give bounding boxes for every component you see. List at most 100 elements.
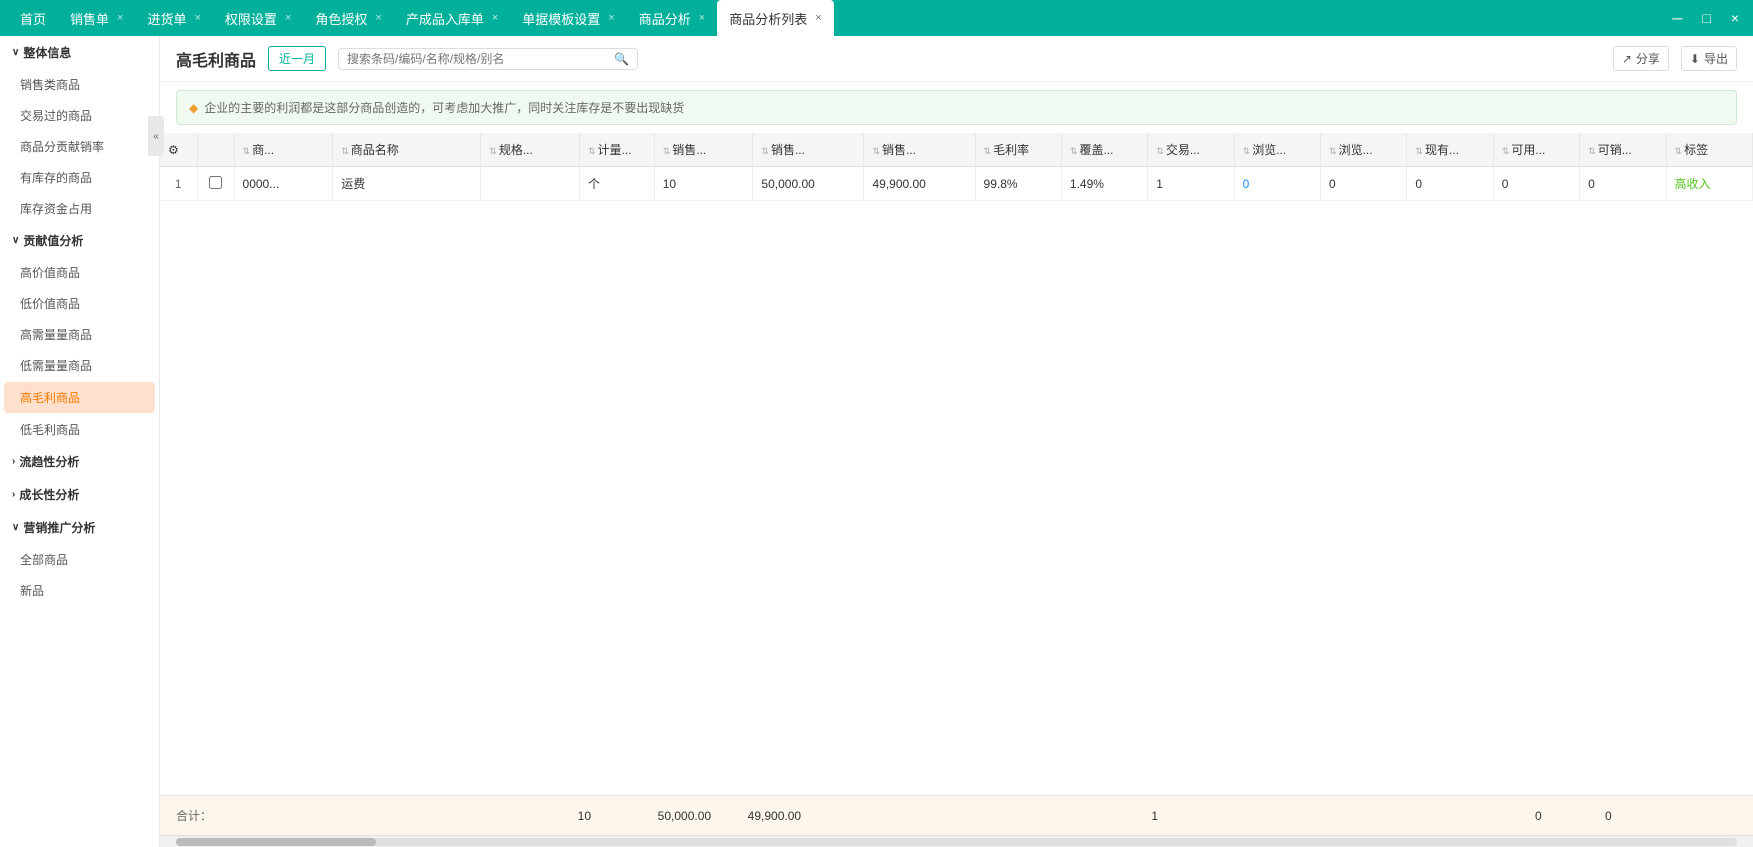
search-input[interactable] [347, 52, 610, 66]
nav-item-1[interactable]: 销售单× [58, 0, 135, 36]
nav-item-0[interactable]: 首页 [8, 0, 58, 36]
footer-sales-amount: 50,000.00 [650, 809, 740, 823]
nav-close-1[interactable]: × [117, 12, 123, 24]
col-header-9[interactable]: ⇅毛利率 [975, 133, 1061, 167]
footer-label: 合计： [176, 807, 256, 824]
bottom-scrollbar[interactable] [160, 835, 1753, 847]
col-header-8[interactable]: ⇅销售... [864, 133, 975, 167]
sort-icon-5: ⇅ [588, 146, 596, 156]
sort-icon-13: ⇅ [1329, 146, 1337, 156]
table-container[interactable]: ⚙⇅商...⇅商品名称⇅规格...⇅计量...⇅销售...⇅销售...⇅销售..… [160, 133, 1753, 795]
row-available: 0 [1493, 167, 1579, 201]
sidebar-group-header-1[interactable]: ∨贡献值分析 [0, 224, 159, 257]
sidebar-group-header-2[interactable]: ›流趋性分析 [0, 445, 159, 478]
col-header-5[interactable]: ⇅计量... [580, 133, 655, 167]
sort-icon-12: ⇅ [1243, 146, 1251, 156]
nav-item-2[interactable]: 进货单× [135, 0, 212, 36]
group-arrow-0: ∨ [12, 47, 19, 58]
col-header-2[interactable]: ⇅商... [234, 133, 333, 167]
col-header-3[interactable]: ⇅商品名称 [333, 133, 481, 167]
col-header-15[interactable]: ⇅可用... [1493, 133, 1579, 167]
col-header-12[interactable]: ⇅浏览... [1234, 133, 1320, 167]
sort-icon-10: ⇅ [1070, 146, 1078, 156]
col-header-13[interactable]: ⇅浏览... [1321, 133, 1407, 167]
sidebar-item-4-1[interactable]: 新品 [0, 575, 159, 606]
footer-sales-net: 49,900.00 [740, 809, 830, 823]
sidebar-group-2: ›流趋性分析 [0, 445, 159, 478]
sidebar: ∨整体信息销售类商品交易过的商品商品分贡献销率有库存的商品库存资金占用∨贡献值分… [0, 36, 160, 847]
window-minimize-btn[interactable]: ─ [1666, 8, 1688, 28]
sort-icon-17: ⇅ [1675, 146, 1683, 156]
header-actions: ↗ 分享 ⬇ 导出 [1613, 46, 1737, 71]
share-btn[interactable]: ↗ 分享 [1613, 46, 1669, 71]
nav-close-3[interactable]: × [285, 12, 291, 24]
window-controls: ─ □ × [1666, 8, 1745, 28]
sidebar-item-0-3[interactable]: 有库存的商品 [0, 162, 159, 193]
sort-icon-2: ⇅ [243, 146, 251, 156]
sidebar-item-1-4[interactable]: 高毛利商品 [4, 382, 155, 413]
row-spec [481, 167, 580, 201]
sidebar-item-0-2[interactable]: 商品分贡献销率 [0, 131, 159, 162]
export-btn[interactable]: ⬇ 导出 [1681, 46, 1737, 71]
col-header-17[interactable]: ⇅标签 [1666, 133, 1752, 167]
col-header-1[interactable] [197, 133, 234, 167]
sidebar-group-header-3[interactable]: ›成长性分析 [0, 478, 159, 511]
row-checkbox-input[interactable] [209, 176, 222, 189]
col-header-11[interactable]: ⇅交易... [1148, 133, 1234, 167]
col-header-14[interactable]: ⇅现有... [1407, 133, 1493, 167]
nav-close-2[interactable]: × [194, 12, 200, 24]
row-tag: 高收入 [1666, 167, 1752, 201]
col-header-6[interactable]: ⇅销售... [654, 133, 753, 167]
sidebar-item-4-0[interactable]: 全部商品 [0, 544, 159, 575]
nav-close-4[interactable]: × [375, 12, 381, 24]
col-header-7[interactable]: ⇅销售... [753, 133, 864, 167]
sidebar-item-1-2[interactable]: 高需量量商品 [0, 319, 159, 350]
nav-close-7[interactable]: × [699, 12, 705, 24]
sidebar-item-1-1[interactable]: 低价值商品 [0, 288, 159, 319]
nav-close-8[interactable]: × [815, 12, 821, 24]
window-close-btn[interactable]: × [1725, 8, 1745, 28]
nav-close-6[interactable]: × [608, 12, 614, 24]
content-header: 高毛利商品 近一月 🔍 ↗ 分享 ⬇ 导出 [160, 36, 1753, 82]
search-icon[interactable]: 🔍 [614, 52, 629, 66]
sidebar-item-1-0[interactable]: 高价值商品 [0, 257, 159, 288]
sort-icon-3: ⇅ [341, 146, 349, 156]
row-sales-qty: 10 [654, 167, 753, 201]
nav-item-7[interactable]: 商品分析× [627, 0, 717, 36]
row-checkbox[interactable] [197, 167, 234, 201]
row-name: 运费 [333, 167, 481, 201]
nav-item-6[interactable]: 单据模板设置× [510, 0, 626, 36]
col-header-4[interactable]: ⇅规格... [481, 133, 580, 167]
col-header-16[interactable]: ⇅可销... [1580, 133, 1666, 167]
sort-icon-8: ⇅ [872, 146, 880, 156]
col-header-10[interactable]: ⇅覆盖... [1061, 133, 1147, 167]
row-browse1[interactable]: 0 [1234, 167, 1320, 201]
nav-item-8[interactable]: 商品分析列表× [717, 0, 833, 36]
nav-item-5[interactable]: 产成品入库单× [394, 0, 510, 36]
row-code: 0000... [234, 167, 333, 201]
nav-close-5[interactable]: × [492, 12, 498, 24]
sidebar-item-0-1[interactable]: 交易过的商品 [0, 100, 159, 131]
window-maximize-btn[interactable]: □ [1696, 8, 1716, 28]
nav-item-3[interactable]: 权限设置× [213, 0, 303, 36]
nav-item-4[interactable]: 角色授权× [303, 0, 393, 36]
share-icon: ↗ [1622, 52, 1632, 66]
sidebar-group-header-0[interactable]: ∨整体信息 [0, 36, 159, 69]
sidebar-group-header-4[interactable]: ∨营销推广分析 [0, 511, 159, 544]
col-header-0[interactable]: ⚙ [160, 133, 197, 167]
sidebar-item-0-0[interactable]: 销售类商品 [0, 69, 159, 100]
top-nav: 首页销售单×进货单×权限设置×角色授权×产成品入库单×单据模板设置×商品分析×商… [0, 0, 1753, 36]
row-browse1-link[interactable]: 0 [1243, 177, 1250, 191]
data-table: ⚙⇅商...⇅商品名称⇅规格...⇅计量...⇅销售...⇅销售...⇅销售..… [160, 133, 1753, 201]
sidebar-item-1-3[interactable]: 低需量量商品 [0, 350, 159, 381]
row-current-stock: 0 [1407, 167, 1493, 201]
sidebar-item-0-4[interactable]: 库存资金占用 [0, 193, 159, 224]
row-sales-net: 49,900.00 [864, 167, 975, 201]
row-browse2: 0 [1321, 167, 1407, 201]
row-unit: 个 [580, 167, 655, 201]
sidebar-collapse-btn[interactable]: « [148, 116, 164, 156]
sidebar-item-1-5[interactable]: 低毛利商品 [0, 414, 159, 445]
filter-btn[interactable]: 近一月 [268, 46, 326, 71]
sort-icon-7: ⇅ [761, 146, 769, 156]
footer-transactions: 1 [1143, 809, 1213, 823]
